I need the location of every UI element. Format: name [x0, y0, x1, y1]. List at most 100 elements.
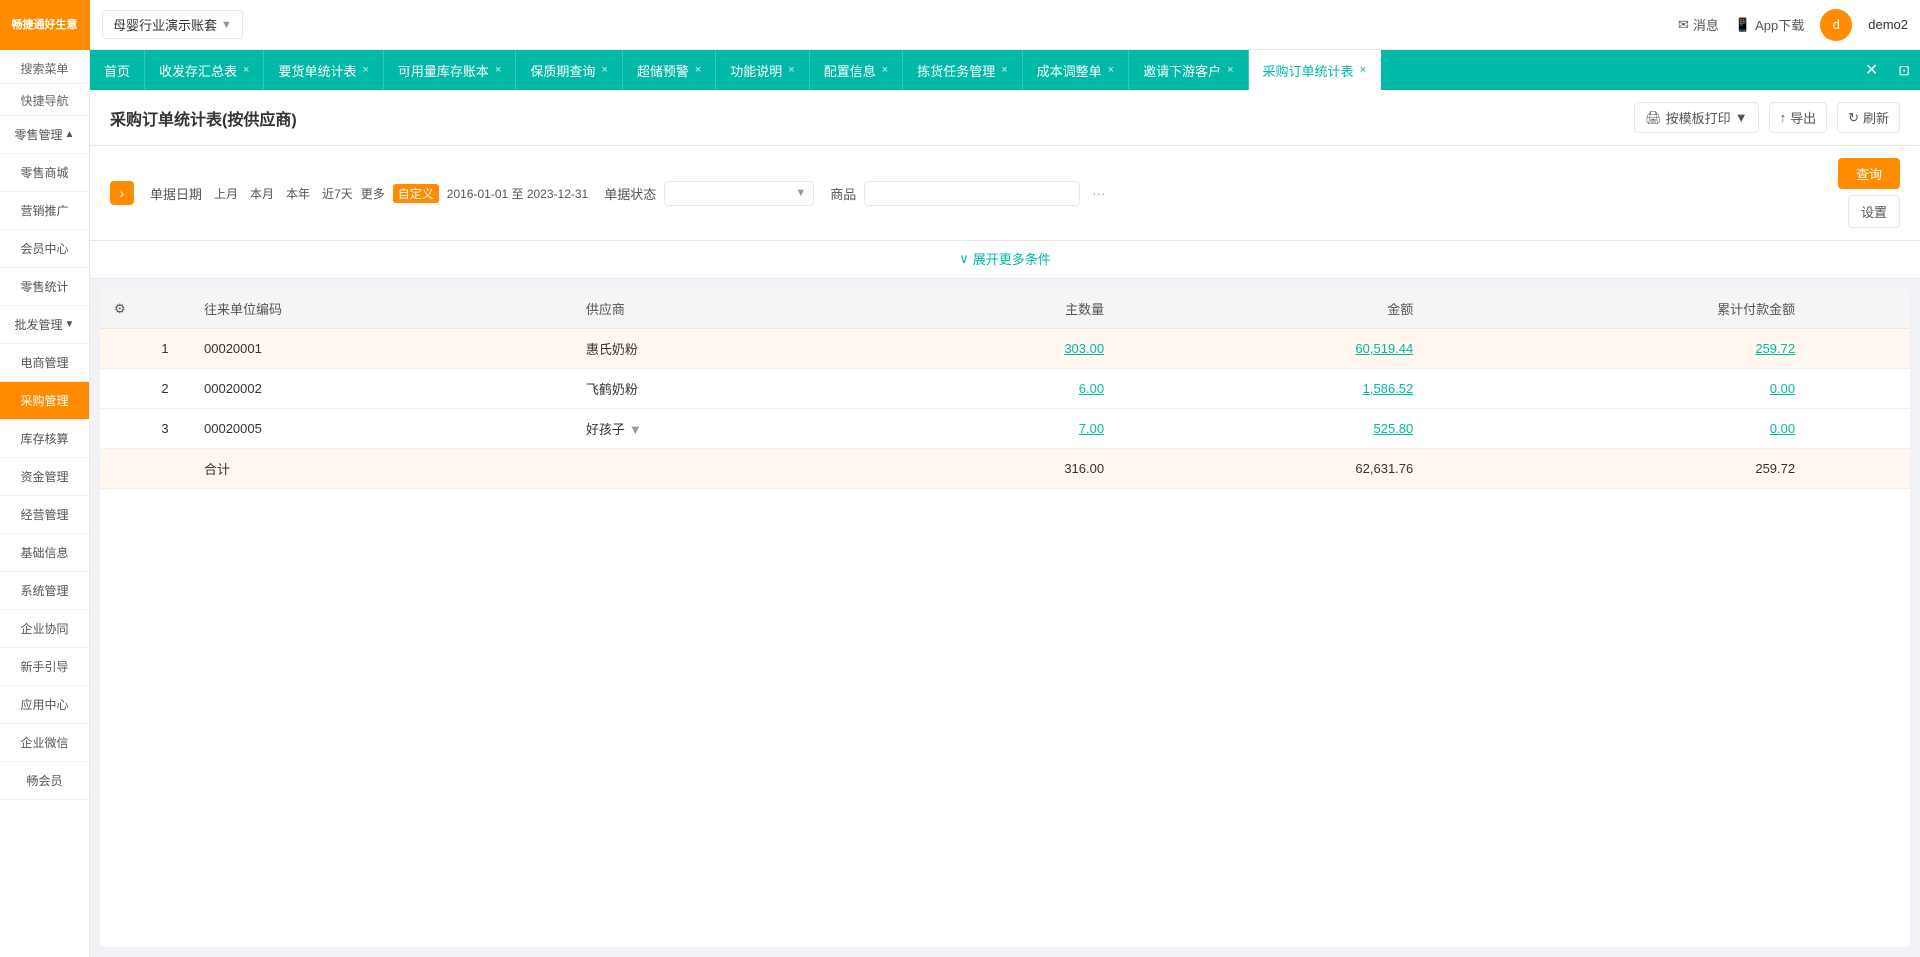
sidebar-item-retail[interactable]: 零售管理 ▲ — [0, 116, 89, 154]
app-logo-text: 畅捷通好生意 — [12, 18, 78, 32]
footer-paid: 259.72 — [1427, 449, 1809, 489]
row-settings-1[interactable] — [100, 369, 140, 409]
supplier-expand-icon-2[interactable]: ▼ — [629, 422, 642, 437]
export-button[interactable]: ↑ 导出 — [1769, 102, 1828, 133]
tab-warranty[interactable]: 保质期查询 × — [516, 50, 622, 90]
app-icon: 📱 — [1735, 17, 1751, 33]
col-settings[interactable]: ⚙ — [100, 289, 140, 329]
tab-config-info-label: 配置信息 — [824, 61, 876, 80]
refresh-button[interactable]: ↻ 刷新 — [1837, 102, 1900, 133]
export-icon: ↑ — [1780, 110, 1787, 125]
sidebar-item-marketing[interactable]: 营销推广 — [0, 192, 89, 230]
refresh-label: 刷新 — [1863, 108, 1889, 127]
sidebar-item-purchase[interactable]: 采购管理 — [0, 382, 89, 420]
sidebar-item-ops[interactable]: 经营管理 — [0, 496, 89, 534]
filter-shortcut-7days[interactable]: 近7天 — [318, 183, 357, 204]
tab-cost-adjust-close[interactable]: × — [1108, 64, 1114, 76]
filter-date-tag: 自定义 — [393, 184, 439, 203]
sidebar-item-inventory[interactable]: 库存核算 — [0, 420, 89, 458]
nav-close-all-icon[interactable]: ✕ — [1855, 60, 1888, 80]
sidebar-item-search[interactable]: 搜索菜单 — [0, 50, 89, 84]
tab-invite-downstream[interactable]: 邀请下游客户 × — [1129, 50, 1248, 90]
setting-button[interactable]: 设置 — [1848, 195, 1900, 228]
row-empty-2 — [1809, 409, 1910, 449]
table-header-row: ⚙ 往来单位编码 供应商 主数量 金额 累计付款金额 — [100, 289, 1910, 329]
tab-pick-task[interactable]: 拣货任务管理 × — [903, 50, 1022, 90]
sidebar-item-finance[interactable]: 资金管理 — [0, 458, 89, 496]
filter-shortcut-this-year[interactable]: 本年 — [282, 183, 314, 204]
sidebar-item-basic[interactable]: 基础信息 — [0, 534, 89, 572]
row-index-0: 1 — [140, 329, 190, 369]
tab-available-stock[interactable]: 可用量库存账本 × — [384, 50, 516, 90]
tab-config-info[interactable]: 配置信息 × — [810, 50, 903, 90]
filter-shortcut-more[interactable]: 更多 — [361, 185, 385, 202]
workspace-selector[interactable]: 母婴行业演示账套 ▼ — [102, 10, 243, 39]
sidebar-item-wholesale[interactable]: 批发管理 ▼ — [0, 306, 89, 344]
app-download-label: App下载 — [1755, 15, 1804, 34]
retail-expand-icon: ▲ — [65, 129, 75, 140]
row-supplier-2: 好孩子▼ — [572, 409, 874, 449]
col-index — [140, 289, 190, 329]
sidebar-item-member2[interactable]: 畅会员 — [0, 762, 89, 800]
tab-goods-summary-close[interactable]: × — [362, 64, 368, 76]
print-label: 按模板打印 — [1666, 108, 1731, 127]
tab-overstock-close[interactable]: × — [695, 64, 701, 76]
tab-goods-summary[interactable]: 要货单统计表 × — [264, 50, 383, 90]
filter-expand-row: ∨ 展开更多条件 — [90, 241, 1920, 279]
tab-warranty-close[interactable]: × — [601, 64, 607, 76]
app-logo: 畅捷通好生意 — [0, 0, 90, 50]
tab-cost-adjust[interactable]: 成本调整单 × — [1023, 50, 1129, 90]
tab-function-desc[interactable]: 功能说明 × — [716, 50, 809, 90]
filter-toggle-button[interactable]: › — [110, 181, 134, 205]
tab-collect-pay[interactable]: 收发存汇总表 × — [145, 50, 264, 90]
topbar-message[interactable]: ✉ 消息 — [1678, 15, 1719, 34]
row-quantity-1: 6.00 — [874, 369, 1118, 409]
filter-status-select[interactable] — [664, 181, 814, 206]
tab-config-info-close[interactable]: × — [882, 64, 888, 76]
row-paid-1: 0.00 — [1427, 369, 1809, 409]
filter-goods-more-icon[interactable]: ··· — [1088, 186, 1109, 201]
tab-invite-downstream-label: 邀请下游客户 — [1143, 61, 1221, 80]
topbar-app-download[interactable]: 📱 App下载 — [1735, 15, 1804, 34]
sidebar-item-retail-shop[interactable]: 零售商城 — [0, 154, 89, 192]
sidebar-item-newbie[interactable]: 新手引导 — [0, 648, 89, 686]
tab-overstock[interactable]: 超储预警 × — [623, 50, 716, 90]
filter-goods-group: 商品 ··· — [830, 181, 1109, 206]
tab-invite-downstream-close[interactable]: × — [1227, 64, 1233, 76]
sidebar-item-quick-nav[interactable]: 快捷导航 — [0, 84, 89, 116]
sidebar-item-retail-stats[interactable]: 零售统计 — [0, 268, 89, 306]
tab-purchase-summary[interactable]: 采购订单统计表 × — [1249, 50, 1381, 90]
row-unit-code-0: 00020001 — [190, 329, 572, 369]
tab-purchase-summary-close[interactable]: × — [1360, 64, 1366, 76]
table-row: 2 00020002 飞鹤奶粉 6.00 1,586.52 0.00 — [100, 369, 1910, 409]
tab-available-stock-label: 可用量库存账本 — [398, 61, 489, 80]
tab-home[interactable]: 首页 — [90, 50, 145, 90]
username-label[interactable]: demo2 — [1868, 17, 1908, 32]
filter-goods-input[interactable] — [864, 181, 1080, 206]
row-settings-0[interactable] — [100, 329, 140, 369]
filter-date-group: 单据日期 上月 本月 本年 近7天 更多 自定义 2016-01-01 至 20… — [150, 183, 588, 204]
tab-function-desc-close[interactable]: × — [788, 64, 794, 76]
row-settings-2[interactable] — [100, 409, 140, 449]
tab-available-stock-close[interactable]: × — [495, 64, 501, 76]
sidebar-item-system[interactable]: 系统管理 — [0, 572, 89, 610]
sidebar-item-enterprise[interactable]: 企业协同 — [0, 610, 89, 648]
tab-collect-pay-close[interactable]: × — [243, 64, 249, 76]
nav-maximize-icon[interactable]: ⊡ — [1888, 62, 1920, 79]
sidebar-item-member[interactable]: 会员中心 — [0, 230, 89, 268]
page-title: 采购订单统计表(按供应商) — [110, 106, 297, 142]
table-wrap[interactable]: ⚙ 往来单位编码 供应商 主数量 金额 累计付款金额 1 — [100, 289, 1910, 947]
user-avatar[interactable]: d — [1820, 9, 1852, 41]
tab-pick-task-close[interactable]: × — [1001, 64, 1007, 76]
row-amount-0: 60,519.44 — [1118, 329, 1427, 369]
table-area: ⚙ 往来单位编码 供应商 主数量 金额 累计付款金额 1 — [100, 289, 1910, 947]
filter-shortcut-this-month[interactable]: 本月 — [246, 183, 278, 204]
table-footer: 合计 316.00 62,631.76 259.72 — [100, 449, 1910, 489]
print-button[interactable]: 🖨 按模板打印 ▼ — [1634, 102, 1758, 133]
sidebar-item-app-center[interactable]: 应用中心 — [0, 686, 89, 724]
filter-shortcut-last-month[interactable]: 上月 — [210, 183, 242, 204]
sidebar-item-ecommerce[interactable]: 电商管理 — [0, 344, 89, 382]
query-button[interactable]: 查询 — [1838, 158, 1900, 189]
filter-expand-button[interactable]: ∨ 展开更多条件 — [959, 249, 1051, 268]
sidebar-item-wechat[interactable]: 企业微信 — [0, 724, 89, 762]
